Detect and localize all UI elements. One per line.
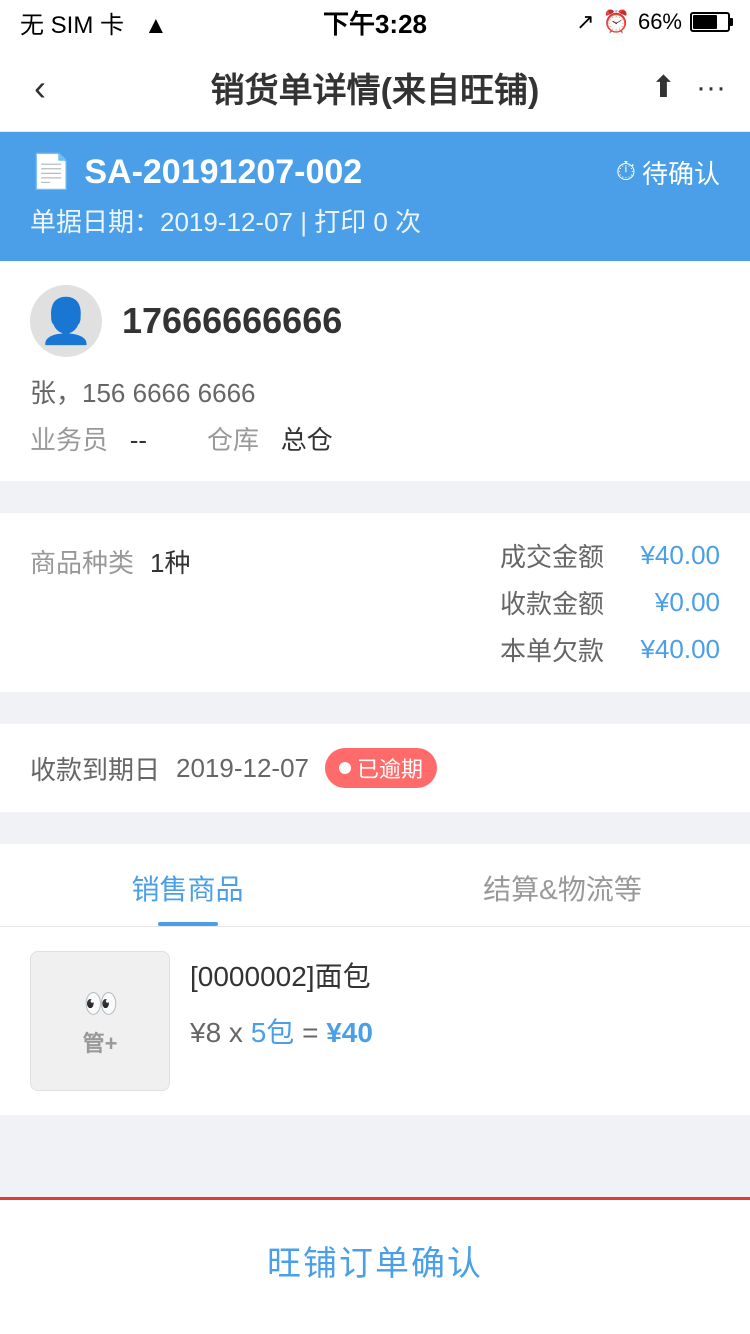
price-formula: ¥8 x <box>190 1017 243 1048</box>
clock-icon: ⏱ <box>616 156 636 188</box>
tab-products-label: 销售商品 <box>131 874 243 905</box>
user-icon: 👤 <box>39 295 94 347</box>
summary-row: 商品种类 1种 成交金额 ¥40.00 收款金额 ¥0.00 本单欠款 ¥40.… <box>30 537 720 668</box>
equals-sign: = <box>302 1017 318 1048</box>
product-price: ¥8 x 5包 = ¥40 <box>190 1011 720 1051</box>
product-thumbnail: 👀 管+ <box>30 951 170 1091</box>
divider-2 <box>0 708 750 724</box>
product-info: [0000002]面包 ¥8 x 5包 = ¥40 <box>190 951 720 1051</box>
status-right: ↗ ⏰ 66% <box>576 9 730 35</box>
amount-label: 成交金额 <box>500 537 604 574</box>
due-item: 本单欠款 ¥40.00 <box>500 631 720 668</box>
share-icon[interactable]: ⬆ <box>651 70 676 105</box>
warehouse-label-text: 仓库 <box>207 425 259 455</box>
due-label: 本单欠款 <box>500 631 604 668</box>
location-icon: ↗ <box>576 9 594 35</box>
bottom-bar: 旺铺订单确认 <box>0 1197 750 1334</box>
customer-phone: 17666666666 <box>122 300 342 342</box>
received-value: ¥0.00 <box>620 587 720 618</box>
order-id: 📄 SA-20191207-002 <box>30 152 362 192</box>
customer-meta: 业务员 -- 仓库 总仓 <box>30 420 720 457</box>
order-doc-icon: 📄 <box>30 152 72 192</box>
alarm-icon: ⏰ <box>603 9 630 35</box>
type-label: 商品种类 <box>30 543 134 580</box>
received-item: 收款金额 ¥0.00 <box>500 584 720 621</box>
more-icon[interactable]: ··· <box>696 71 726 105</box>
tab-products[interactable]: 销售商品 <box>0 844 375 926</box>
amount-value: ¥40.00 <box>620 540 720 571</box>
order-id-text: SA-20191207-002 <box>84 153 362 192</box>
amount-item: 成交金额 ¥40.00 <box>500 537 720 574</box>
customer-detail: 张，156 6666 6666 <box>30 373 720 410</box>
product-name: [0000002]面包 <box>190 955 720 995</box>
product-thumb-logo: 👀 管+ <box>83 983 118 1060</box>
divider-3 <box>0 828 750 844</box>
nav-actions: ⬆ ··· <box>651 70 726 105</box>
confirm-button[interactable]: 旺铺订单确认 <box>30 1216 720 1304</box>
battery-icon <box>690 12 730 32</box>
page-title: 销货单详情(来自旺铺) <box>211 63 540 112</box>
product-section: 👀 管+ [0000002]面包 ¥8 x 5包 = ¥40 <box>0 927 750 1115</box>
wifi-icon: ▲ <box>144 12 168 39</box>
battery-percent: 66% <box>638 9 682 35</box>
order-id-row: 📄 SA-20191207-002 ⏱ 待确认 <box>30 152 720 192</box>
tab-settlement[interactable]: 结算&物流等 <box>375 844 750 926</box>
customer-row: 👤 17666666666 <box>30 285 720 357</box>
order-status-text: 待确认 <box>642 154 720 191</box>
type-value: 1种 <box>150 543 190 580</box>
status-bar: 无 SIM 卡 ▲ 下午3:28 ↗ ⏰ 66% <box>0 0 750 44</box>
product-type: 商品种类 1种 <box>30 537 190 580</box>
order-header-banner: 📄 SA-20191207-002 ⏱ 待确认 单据日期：2019-12-07 … <box>0 132 750 261</box>
carrier-text: 无 SIM 卡 <box>20 12 124 39</box>
due-date-section: 收款到期日 2019-12-07 已逾期 <box>0 724 750 812</box>
order-status: ⏱ 待确认 <box>616 154 720 191</box>
summary-section: 商品种类 1种 成交金额 ¥40.00 收款金额 ¥0.00 本单欠款 ¥40.… <box>0 513 750 692</box>
status-time: 下午3:28 <box>323 4 427 41</box>
carrier-wifi: 无 SIM 卡 ▲ <box>20 5 168 40</box>
amount-summary: 成交金额 ¥40.00 收款金额 ¥0.00 本单欠款 ¥40.00 <box>500 537 720 668</box>
sales-rep-label: 业务员 -- <box>30 420 147 457</box>
customer-section: 👤 17666666666 张，156 6666 6666 业务员 -- 仓库 … <box>0 261 750 481</box>
overdue-text: 已逾期 <box>357 752 423 784</box>
due-date-value: 2019-12-07 <box>176 753 309 784</box>
warehouse-value: 总仓 <box>281 425 333 455</box>
tabs: 销售商品 结算&物流等 <box>0 844 750 927</box>
due-value: ¥40.00 <box>620 634 720 665</box>
tab-settlement-label: 结算&物流等 <box>483 874 642 905</box>
product-total: ¥40 <box>326 1017 373 1048</box>
due-date-label: 收款到期日 <box>30 750 160 787</box>
product-qty: 5包 <box>251 1017 295 1048</box>
sales-rep-value: -- <box>130 425 147 455</box>
back-button[interactable]: ‹ <box>24 57 56 119</box>
nav-bar: ‹ 销货单详情(来自旺铺) ⬆ ··· <box>0 44 750 132</box>
overdue-badge: 已逾期 <box>325 748 437 788</box>
sales-rep-label-text: 业务员 <box>30 425 108 455</box>
avatar: 👤 <box>30 285 102 357</box>
received-label: 收款金额 <box>500 584 604 621</box>
overdue-dot <box>339 762 351 774</box>
product-item: 👀 管+ [0000002]面包 ¥8 x 5包 = ¥40 <box>30 951 720 1091</box>
warehouse-label: 仓库 总仓 <box>207 420 333 457</box>
divider-1 <box>0 497 750 513</box>
order-date: 单据日期：2019-12-07 | 打印 0 次 <box>30 202 720 239</box>
